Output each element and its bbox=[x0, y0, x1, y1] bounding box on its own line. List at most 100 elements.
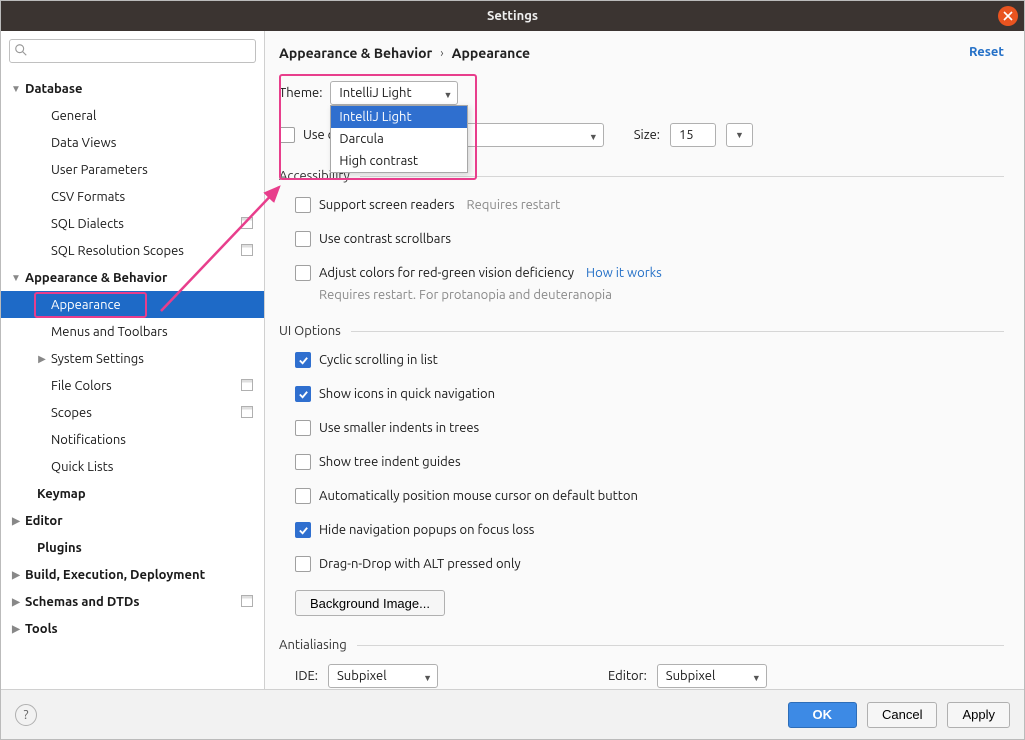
chevron-right-icon: ▶ bbox=[9, 596, 23, 608]
accessibility-section: Accessibility Support screen readers Req… bbox=[279, 169, 1004, 302]
apply-button[interactable]: Apply bbox=[947, 702, 1010, 728]
sidebar-item-label: Keymap bbox=[35, 487, 86, 501]
sidebar-item-label: Tools bbox=[23, 622, 58, 636]
drag-alt-checkbox[interactable]: Drag-n-Drop with ALT pressed only bbox=[295, 552, 521, 576]
font-size-value: 15 bbox=[679, 128, 694, 142]
project-icon bbox=[240, 594, 254, 608]
sidebar-item-system-settings[interactable]: ▶System Settings bbox=[1, 345, 264, 372]
settings-tree[interactable]: ▼DatabaseGeneralData ViewsUser Parameter… bbox=[1, 71, 264, 689]
sidebar-item-plugins[interactable]: Plugins bbox=[1, 534, 264, 561]
chevron-right-icon: ▶ bbox=[9, 623, 23, 635]
chevron-right-icon: ▶ bbox=[9, 515, 23, 527]
window-title: Settings bbox=[487, 9, 538, 23]
chevron-down-icon: ▼ bbox=[752, 673, 761, 683]
auto-cursor-checkbox[interactable]: Automatically position mouse cursor on d… bbox=[295, 484, 638, 508]
theme-row: Theme: IntelliJ Light ▼ IntelliJ LightDa… bbox=[279, 81, 1004, 105]
screen-readers-checkbox[interactable]: Support screen readers bbox=[295, 193, 455, 217]
sidebar-item-file-colors[interactable]: File Colors bbox=[1, 372, 264, 399]
sidebar-item-label: Build, Execution, Deployment bbox=[23, 568, 205, 582]
chevron-down-icon: ▼ bbox=[589, 132, 598, 142]
breadcrumb: Appearance & Behavior › Appearance bbox=[279, 45, 1004, 61]
chevron-down-icon: ▼ bbox=[444, 90, 453, 100]
sidebar-item-sql-resolution-scopes[interactable]: SQL Resolution Scopes bbox=[1, 237, 264, 264]
project-icon bbox=[240, 216, 254, 230]
chevron-down-icon: ▼ bbox=[9, 83, 23, 95]
breadcrumb-current: Appearance bbox=[452, 45, 530, 61]
cyclic-scrolling-checkbox[interactable]: Cyclic scrolling in list bbox=[295, 348, 438, 372]
sidebar-item-label: File Colors bbox=[49, 379, 112, 393]
project-icon bbox=[240, 405, 254, 419]
use-custom-font-checkbox[interactable]: Use c bbox=[279, 123, 334, 147]
sidebar-item-scopes[interactable]: Scopes bbox=[1, 399, 264, 426]
theme-dropdown[interactable]: IntelliJ Light ▼ bbox=[330, 81, 458, 105]
sidebar-item-data-views[interactable]: Data Views bbox=[1, 129, 264, 156]
sidebar-item-sql-dialects[interactable]: SQL Dialects bbox=[1, 210, 264, 237]
sidebar-item-label: Data Views bbox=[49, 136, 116, 150]
close-button[interactable] bbox=[998, 6, 1018, 26]
theme-label: Theme: bbox=[279, 86, 322, 100]
ide-aa-label: IDE: bbox=[295, 669, 318, 683]
ide-aa-dropdown[interactable]: Subpixel▼ bbox=[328, 664, 438, 688]
font-size-input[interactable]: 15 bbox=[670, 123, 716, 147]
sidebar-item-label: Schemas and DTDs bbox=[23, 595, 140, 609]
ok-button[interactable]: OK bbox=[788, 702, 858, 728]
sidebar-item-editor[interactable]: ▶Editor bbox=[1, 507, 264, 534]
sidebar-item-csv-formats[interactable]: CSV Formats bbox=[1, 183, 264, 210]
sidebar-item-menus-and-toolbars[interactable]: Menus and Toolbars bbox=[1, 318, 264, 345]
sidebar-item-label: Quick Lists bbox=[49, 460, 113, 474]
sidebar-item-database[interactable]: ▼Database bbox=[1, 75, 264, 102]
search-field[interactable] bbox=[9, 39, 256, 63]
theme-option-intellij-light[interactable]: IntelliJ Light bbox=[331, 106, 467, 128]
sidebar-item-label: User Parameters bbox=[49, 163, 148, 177]
cancel-button[interactable]: Cancel bbox=[867, 702, 937, 728]
sidebar-item-label: Database bbox=[23, 82, 82, 96]
sidebar: ▼DatabaseGeneralData ViewsUser Parameter… bbox=[1, 31, 265, 689]
smaller-indents-checkbox[interactable]: Use smaller indents in trees bbox=[295, 416, 479, 440]
theme-option-high-contrast[interactable]: High contrast bbox=[331, 150, 467, 172]
sidebar-item-label: Editor bbox=[23, 514, 63, 528]
background-image-button[interactable]: Background Image... bbox=[295, 590, 445, 616]
ui-options-section: UI Options Cyclic scrolling in list Show… bbox=[279, 324, 1004, 616]
reset-link[interactable]: Reset bbox=[969, 45, 1004, 59]
sidebar-item-label: SQL Dialects bbox=[49, 217, 124, 231]
sidebar-item-label: CSV Formats bbox=[49, 190, 125, 204]
sidebar-item-label: Plugins bbox=[35, 541, 82, 555]
chevron-down-icon: ▼ bbox=[9, 272, 23, 284]
sidebar-item-notifications[interactable]: Notifications bbox=[1, 426, 264, 453]
sidebar-item-appearance[interactable]: Appearance bbox=[1, 291, 264, 318]
how-it-works-link[interactable]: How it works bbox=[586, 266, 662, 280]
theme-option-darcula[interactable]: Darcula bbox=[331, 128, 467, 150]
font-size-stepper[interactable]: ▼ bbox=[726, 123, 753, 147]
chevron-down-icon: ▼ bbox=[423, 673, 432, 683]
theme-value: IntelliJ Light bbox=[339, 86, 411, 100]
sidebar-item-user-parameters[interactable]: User Parameters bbox=[1, 156, 264, 183]
breadcrumb-parent: Appearance & Behavior bbox=[279, 45, 432, 61]
sidebar-item-general[interactable]: General bbox=[1, 102, 264, 129]
theme-dropdown-list[interactable]: IntelliJ LightDarculaHigh contrast bbox=[330, 105, 468, 173]
search-input[interactable] bbox=[9, 39, 256, 63]
show-icons-checkbox[interactable]: Show icons in quick navigation bbox=[295, 382, 495, 406]
sidebar-item-quick-lists[interactable]: Quick Lists bbox=[1, 453, 264, 480]
editor-aa-dropdown[interactable]: Subpixel▼ bbox=[657, 664, 767, 688]
sidebar-item-label: Appearance & Behavior bbox=[23, 271, 167, 285]
close-icon bbox=[1003, 11, 1013, 21]
contrast-scrollbars-checkbox[interactable]: Use contrast scrollbars bbox=[295, 227, 451, 251]
sidebar-item-tools[interactable]: ▶Tools bbox=[1, 615, 264, 642]
project-icon bbox=[240, 243, 254, 257]
sidebar-item-label: Scopes bbox=[49, 406, 92, 420]
chevron-right-icon: ▶ bbox=[9, 569, 23, 581]
sidebar-item-build-execution-deployment[interactable]: ▶Build, Execution, Deployment bbox=[1, 561, 264, 588]
color-deficiency-checkbox[interactable]: Adjust colors for red-green vision defic… bbox=[295, 261, 574, 285]
sidebar-item-keymap[interactable]: Keymap bbox=[1, 480, 264, 507]
tree-guides-checkbox[interactable]: Show tree indent guides bbox=[295, 450, 461, 474]
editor-aa-label: Editor: bbox=[608, 669, 647, 683]
body: ▼DatabaseGeneralData ViewsUser Parameter… bbox=[1, 31, 1024, 689]
ui-options-title: UI Options bbox=[279, 324, 341, 338]
sidebar-item-label: Menus and Toolbars bbox=[49, 325, 168, 339]
help-button[interactable]: ? bbox=[15, 704, 37, 726]
sidebar-item-appearance-behavior[interactable]: ▼Appearance & Behavior bbox=[1, 264, 264, 291]
hide-popups-checkbox[interactable]: Hide navigation popups on focus loss bbox=[295, 518, 534, 542]
sidebar-item-schemas-and-dtds[interactable]: ▶Schemas and DTDs bbox=[1, 588, 264, 615]
sidebar-item-label: System Settings bbox=[49, 352, 144, 366]
chevron-down-icon: ▼ bbox=[735, 130, 744, 140]
